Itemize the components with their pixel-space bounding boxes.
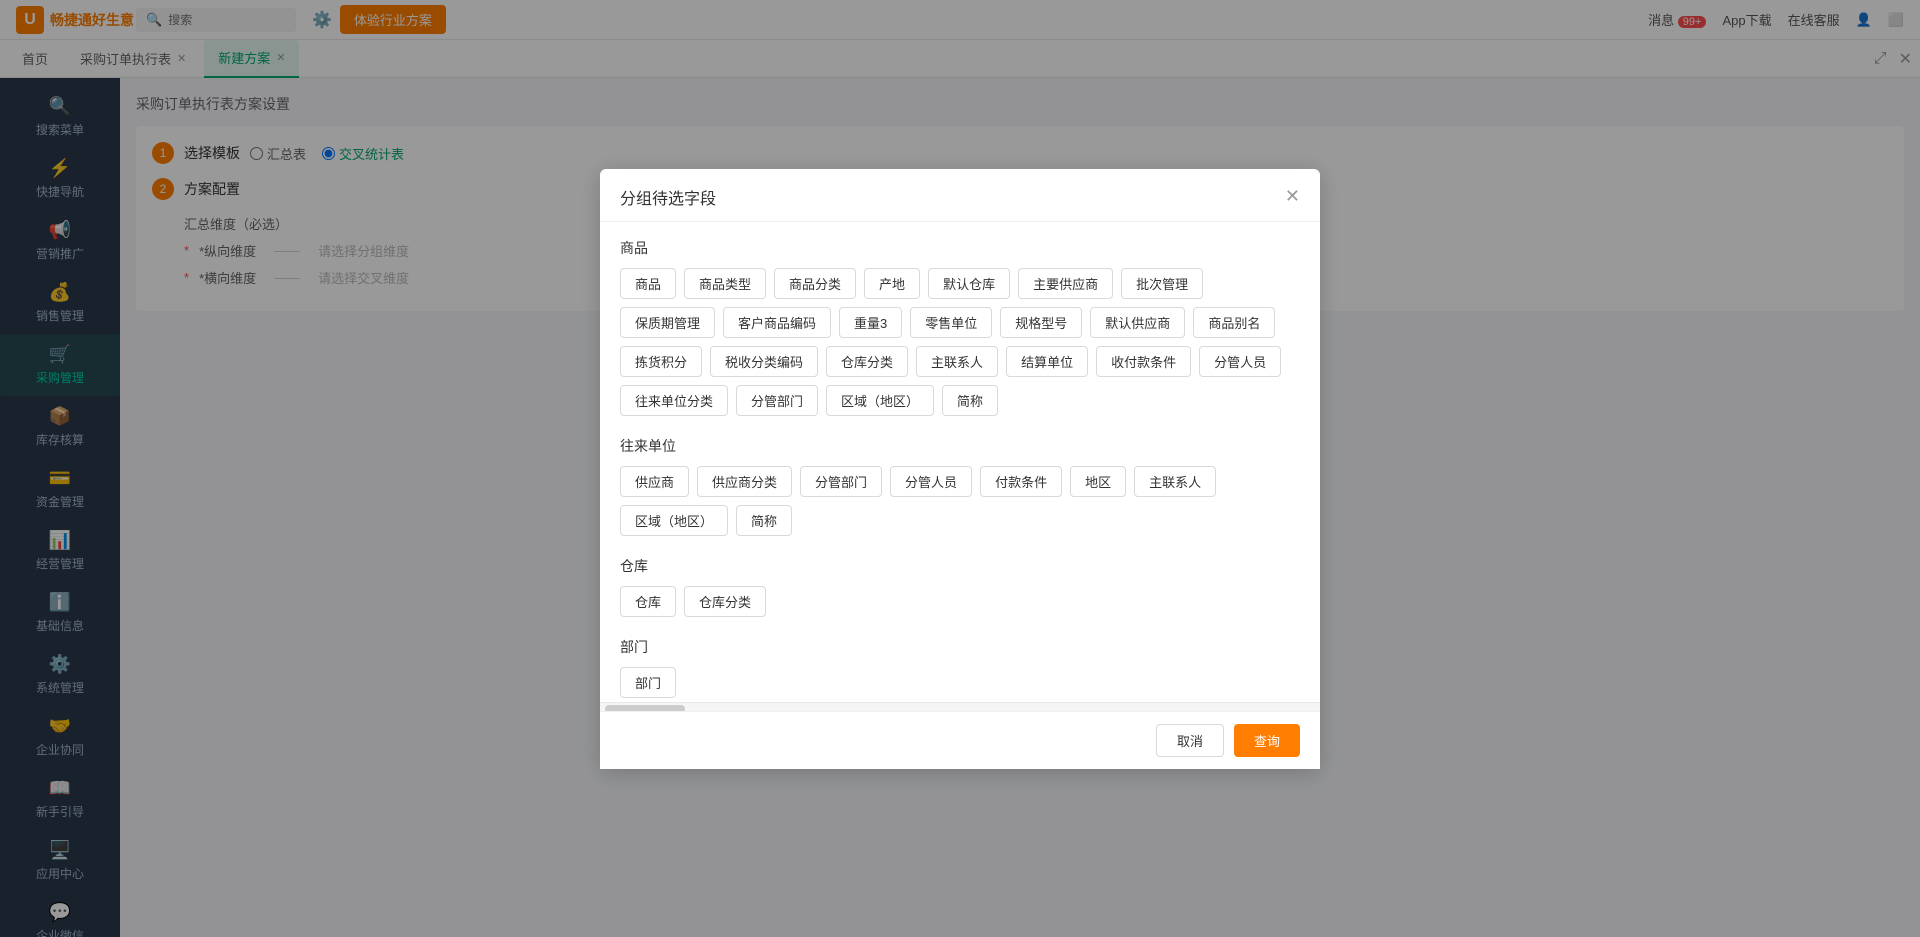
section-counterpart-tags: 供应商 供应商分类 分管部门 分管人员 付款条件 地区 主联系人 区域（地区） … [620,466,1300,536]
section-department-title: 部门 [620,637,1300,657]
field-tag-weight3[interactable]: 重量3 [839,307,902,338]
section-warehouse-tags: 仓库 仓库分类 [620,586,1300,617]
field-tag-warehouse-class[interactable]: 仓库分类 [684,586,766,617]
field-tag-department[interactable]: 部门 [620,667,676,698]
field-tag-region[interactable]: 区域（地区） [826,385,934,416]
modal-body: 商品 商品 商品类型 商品分类 产地 默认仓库 主要供应商 批次管理 保质期管理… [600,222,1320,703]
section-goods-tags: 商品 商品类型 商品分类 产地 默认仓库 主要供应商 批次管理 保质期管理 客户… [620,268,1300,416]
field-tag-customer-code[interactable]: 客户商品编码 [723,307,831,338]
field-tag-pick-points[interactable]: 拣货积分 [620,346,702,377]
field-tag-manage-dept[interactable]: 分管部门 [736,385,818,416]
field-tag-abbr[interactable]: 简称 [736,505,792,536]
section-counterpart: 往来单位 供应商 供应商分类 分管部门 分管人员 付款条件 地区 主联系人 区域… [620,436,1300,536]
field-tag-spec-model[interactable]: 规格型号 [1000,307,1082,338]
field-tag-tax-code[interactable]: 税收分类编码 [710,346,818,377]
field-tag-region2[interactable]: 区域（地区） [620,505,728,536]
field-tag-main-contact2[interactable]: 主联系人 [1134,466,1216,497]
section-department-tags: 部门 [620,667,1300,698]
field-tag-goods-alias[interactable]: 商品别名 [1193,307,1275,338]
confirm-button[interactable]: 查询 [1234,724,1300,757]
field-tag-goods-category[interactable]: 商品分类 [774,268,856,299]
field-tag-default-warehouse[interactable]: 默认仓库 [928,268,1010,299]
section-warehouse-title: 仓库 [620,556,1300,576]
section-warehouse: 仓库 仓库 仓库分类 [620,556,1300,617]
field-tag-dept[interactable]: 分管部门 [800,466,882,497]
field-tag-supplier-cat[interactable]: 供应商分类 [697,466,792,497]
field-tag-pay-terms[interactable]: 付款条件 [980,466,1062,497]
field-tag-warehouse[interactable]: 仓库 [620,586,676,617]
field-tag-shelf-life[interactable]: 保质期管理 [620,307,715,338]
field-tag-goods-type[interactable]: 商品类型 [684,268,766,299]
section-department: 部门 部门 [620,637,1300,698]
section-goods: 商品 商品 商品类型 商品分类 产地 默认仓库 主要供应商 批次管理 保质期管理… [620,238,1300,416]
cancel-button[interactable]: 取消 [1156,724,1224,757]
field-tag-short-name[interactable]: 简称 [942,385,998,416]
modal-close-btn[interactable]: ✕ [1285,186,1300,207]
field-tag-area[interactable]: 地区 [1070,466,1126,497]
field-tag-warehouse-cat[interactable]: 仓库分类 [826,346,908,377]
modal-header: 分组待选字段 ✕ [600,169,1320,222]
field-tag-payment-terms[interactable]: 收付款条件 [1096,346,1191,377]
field-tag-supervisor[interactable]: 分管人员 [1199,346,1281,377]
field-tag-settle-unit[interactable]: 结算单位 [1006,346,1088,377]
modal-footer: 取消 查询 [600,711,1320,769]
field-tag-batch[interactable]: 批次管理 [1121,268,1203,299]
field-tag-origin[interactable]: 产地 [864,268,920,299]
field-tag-goods[interactable]: 商品 [620,268,676,299]
section-goods-title: 商品 [620,238,1300,258]
field-tag-retail-unit[interactable]: 零售单位 [910,307,992,338]
horizontal-scrollbar[interactable] [600,702,1320,710]
field-selection-modal: 分组待选字段 ✕ 商品 商品 商品类型 商品分类 产地 默认仓库 主要供应商 批… [600,169,1320,769]
field-tag-main-contact[interactable]: 主联系人 [916,346,998,377]
modal-title: 分组待选字段 [620,185,716,209]
field-tag-counterpart-cat[interactable]: 往来单位分类 [620,385,728,416]
field-tag-manage-person[interactable]: 分管人员 [890,466,972,497]
field-tag-main-supplier[interactable]: 主要供应商 [1018,268,1113,299]
section-counterpart-title: 往来单位 [620,436,1300,456]
modal-overlay: 分组待选字段 ✕ 商品 商品 商品类型 商品分类 产地 默认仓库 主要供应商 批… [0,0,1920,937]
field-tag-default-supplier[interactable]: 默认供应商 [1090,307,1185,338]
field-tag-supplier[interactable]: 供应商 [620,466,689,497]
